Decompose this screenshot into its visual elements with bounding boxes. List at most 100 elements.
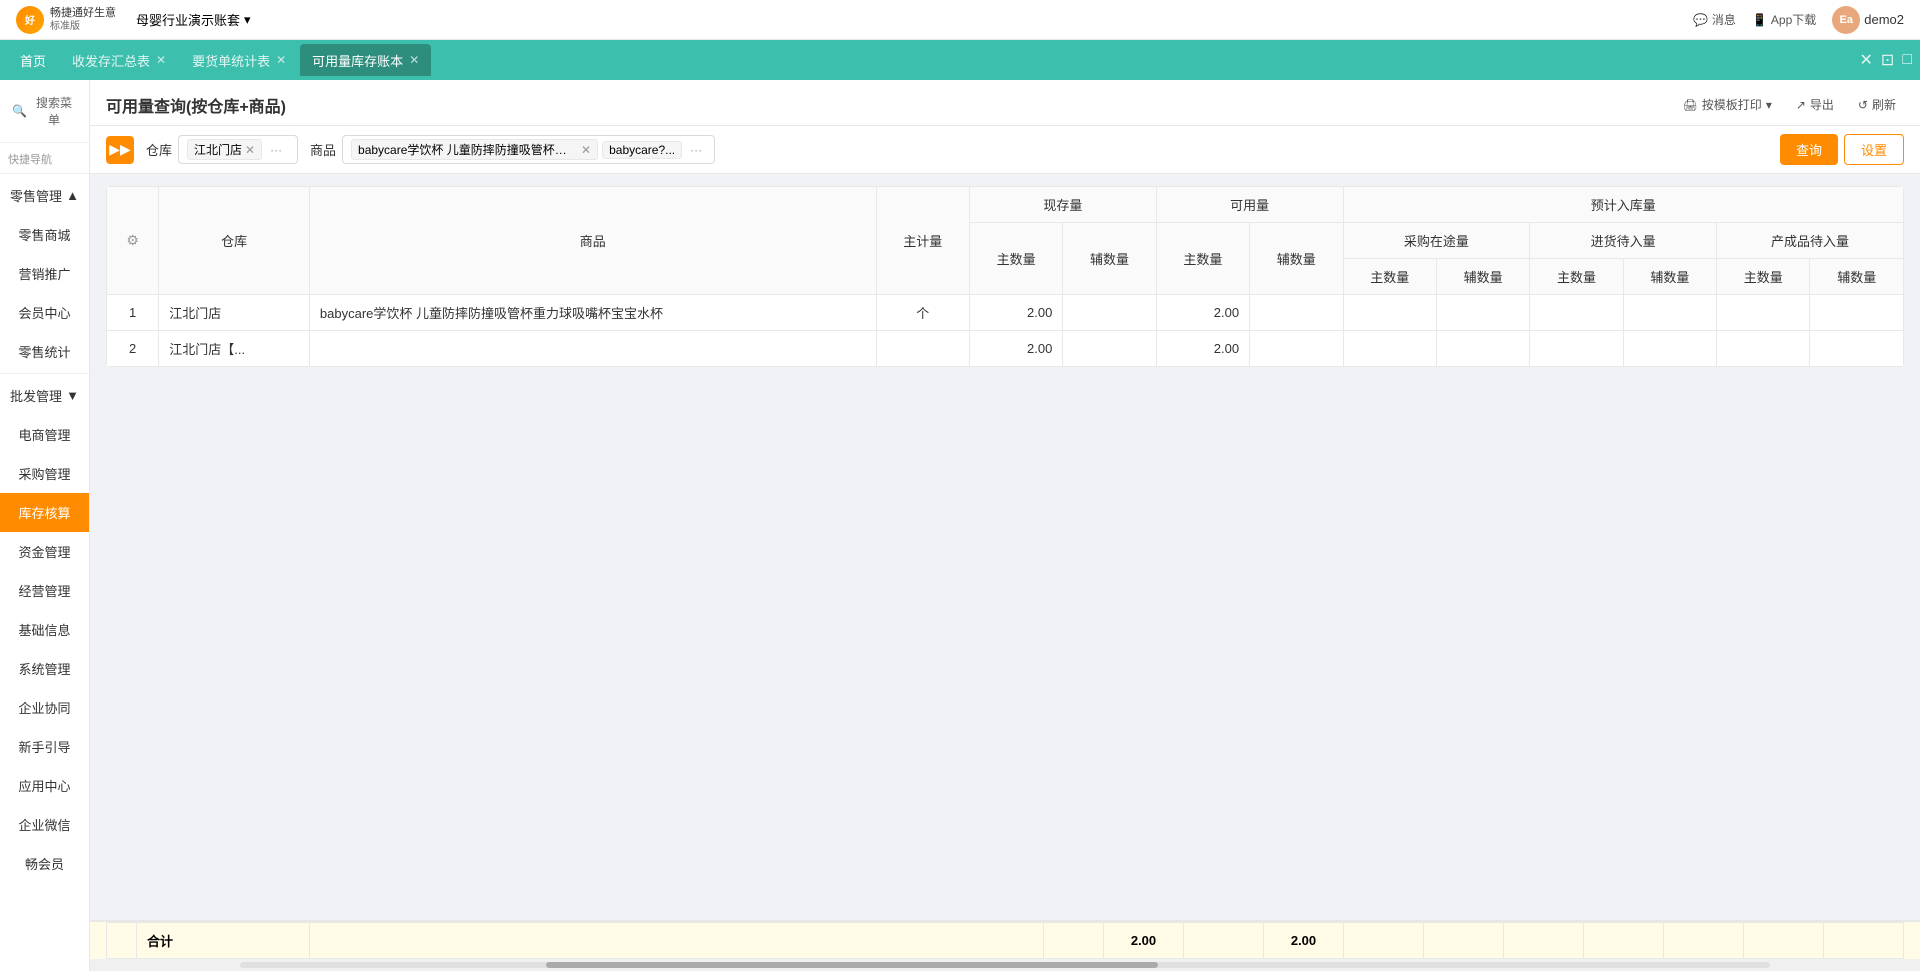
product-tag-1: babycare学饮杯 儿童防摔防撞吸管杯重力球吸嘴杯宝宝水杯 ✕ — [351, 139, 598, 160]
sidebar-item-new-guide[interactable]: 新手引导 — [0, 727, 89, 766]
th-avail-main: 主数量 — [1156, 223, 1249, 295]
page-header: 可用量查询(按仓库+商品) 🖨 按模板打印 ▾ ↗ 导出 ↺ 刷新 — [90, 80, 1920, 126]
cell-product: babycare学饮杯 儿童防摔防撞吸管杯重力球吸嘴杯宝宝水杯 — [309, 295, 876, 331]
footer-avail-aux — [1344, 923, 1424, 959]
export-btn[interactable]: ↗ 导出 — [1788, 92, 1842, 117]
restore-window-icon[interactable]: ⊡ — [1881, 50, 1894, 70]
sidebar-item-operations-mgmt[interactable]: 经营管理 — [0, 571, 89, 610]
cell-avail-main: 2.00 — [1156, 331, 1249, 367]
sidebar-item-vip-member[interactable]: 畅会员 — [0, 844, 89, 883]
maximize-window-icon[interactable]: □ — [1902, 51, 1912, 69]
data-table: ⚙ 仓库 商品 主计量 现存量 可用量 预计入库量 主数量 辅数量 主数量 辅数… — [106, 186, 1904, 367]
filter-bar: ▶▶ 仓库 江北门店 ✕ ··· 商品 babycare学饮杯 儿童防摔防撞吸管… — [90, 126, 1920, 174]
th-incoming-main: 主数量 — [1530, 259, 1623, 295]
cell-avail-aux — [1250, 331, 1343, 367]
more-filter-btn[interactable]: ··· — [266, 141, 286, 159]
warehouse-input[interactable]: 江北门店 ✕ ··· — [178, 135, 298, 164]
sidebar-item-basic-info[interactable]: 基础信息 — [0, 610, 89, 649]
th-incoming-sub: 进货待入量 — [1530, 223, 1717, 259]
cell-purchase-main — [1343, 331, 1436, 367]
tab-receive-summary[interactable]: 收发存汇总表 ✕ — [60, 44, 178, 76]
sidebar-item-app-center[interactable]: 应用中心 — [0, 766, 89, 805]
main-layout: 🔍 搜索菜单 快捷导航 零售管理 ▲ 零售商城 营销推广 会员中心 零售统计 批… — [0, 80, 1920, 971]
cell-avail-main: 2.00 — [1156, 295, 1249, 331]
cell-purchase-main — [1343, 295, 1436, 331]
sidebar-item-inventory-check[interactable]: 库存核算 — [0, 493, 89, 532]
close-tab-receive-summary[interactable]: ✕ — [156, 54, 166, 66]
sidebar-item-retail-mgmt[interactable]: 零售管理 ▲ — [0, 176, 89, 215]
footer-incoming-main — [1584, 923, 1664, 959]
product-tag-2: babycare?... — [602, 141, 682, 159]
sidebar-item-enterprise-wechat[interactable]: 企业微信 — [0, 805, 89, 844]
tab-order-stats[interactable]: 要货单统计表 ✕ — [180, 44, 298, 76]
app-download-btn[interactable]: 📱 App下载 — [1752, 11, 1816, 28]
product-input[interactable]: babycare学饮杯 儿童防摔防撞吸管杯重力球吸嘴杯宝宝水杯 ✕ babyca… — [342, 135, 715, 164]
sidebar-item-marketing[interactable]: 营销推广 — [0, 254, 89, 293]
messages-btn[interactable]: 💬 消息 — [1693, 11, 1736, 28]
table-row: 1江北门店babycare学饮杯 儿童防摔防撞吸管杯重力球吸嘴杯宝宝水杯个2.0… — [107, 295, 1904, 331]
remove-warehouse-tag[interactable]: ✕ — [245, 143, 255, 157]
user-area[interactable]: Ea demo2 — [1832, 6, 1904, 34]
print-icon: 🖨 — [1683, 98, 1698, 112]
refresh-btn[interactable]: ↺ 刷新 — [1850, 92, 1904, 117]
cell-purchase-aux — [1436, 331, 1529, 367]
th-product-aux: 辅数量 — [1810, 259, 1904, 295]
cell-unit: 个 — [876, 295, 969, 331]
message-icon: 💬 — [1693, 13, 1708, 27]
close-tab-available-inventory[interactable]: ✕ — [409, 54, 419, 66]
filter-actions: 查询 设置 — [1780, 134, 1904, 165]
sidebar-item-ecommerce-mgmt[interactable]: 电商管理 — [0, 415, 89, 454]
th-available-group: 可用量 — [1156, 187, 1343, 223]
footer-unit-spacer — [1044, 923, 1104, 959]
sidebar-nav-label[interactable]: 快捷导航 — [0, 143, 89, 171]
remove-product-tag-1[interactable]: ✕ — [581, 143, 591, 157]
footer-purchase-aux — [1504, 923, 1584, 959]
footer-incoming-aux — [1664, 923, 1744, 959]
industry-selector[interactable]: 母婴行业演示账套 ▾ — [136, 10, 251, 29]
sidebar-item-wholesale-mgmt[interactable]: 批发管理 ▼ — [0, 376, 89, 415]
sidebar-item-enterprise-collab[interactable]: 企业协同 — [0, 688, 89, 727]
search-icon: 🔍 — [12, 104, 27, 118]
query-btn[interactable]: 查询 — [1780, 134, 1838, 165]
sidebar-item-purchase-mgmt[interactable]: 采购管理 — [0, 454, 89, 493]
close-window-icon[interactable]: ✕ — [1860, 50, 1873, 70]
refresh-icon: ↺ — [1858, 98, 1868, 112]
print-template-btn[interactable]: 🖨 按模板打印 ▾ — [1675, 92, 1780, 117]
table-row: 2江北门店【...2.002.00 — [107, 331, 1904, 367]
settings-gear-icon: ⚙ — [126, 232, 139, 248]
search-menu-btn[interactable]: 🔍 搜索菜单 — [8, 88, 81, 134]
table-container: ⚙ 仓库 商品 主计量 现存量 可用量 预计入库量 主数量 辅数量 主数量 辅数… — [90, 174, 1920, 920]
sidebar-search-area: 🔍 搜索菜单 — [0, 80, 89, 143]
th-warehouse: 仓库 — [159, 187, 310, 295]
sidebar-item-retail-mall[interactable]: 零售商城 — [0, 215, 89, 254]
tab-home[interactable]: 首页 — [8, 44, 58, 76]
th-product-sub: 产成品待入量 — [1717, 223, 1904, 259]
th-purchase-sub: 采购在途量 — [1343, 223, 1530, 259]
filter-expand-btn[interactable]: ▶▶ — [106, 136, 134, 164]
close-tab-order-stats[interactable]: ✕ — [276, 54, 286, 66]
footer-purchase-main — [1424, 923, 1504, 959]
arrow-icon-2: ▼ — [66, 388, 79, 403]
horizontal-scrollbar[interactable] — [90, 959, 1920, 971]
cell-stock-main: 2.00 — [969, 331, 1062, 367]
sidebar-item-finance-mgmt[interactable]: 资金管理 — [0, 532, 89, 571]
footer-avail-main: 2.00 — [1264, 923, 1344, 959]
cell-warehouse: 江北门店 — [159, 295, 310, 331]
avatar: Ea — [1832, 6, 1860, 34]
footer-stock-aux — [1184, 923, 1264, 959]
scrollbar-thumb[interactable] — [546, 962, 1158, 968]
more-product-filter-btn[interactable]: ··· — [686, 141, 706, 159]
settings-btn[interactable]: 设置 — [1844, 134, 1904, 165]
footer-product-spacer — [309, 923, 1043, 959]
sidebar-item-member-center[interactable]: 会员中心 — [0, 293, 89, 332]
th-purchase-main: 主数量 — [1343, 259, 1436, 295]
th-settings[interactable]: ⚙ — [107, 187, 159, 295]
content-area: 可用量查询(按仓库+商品) 🖨 按模板打印 ▾ ↗ 导出 ↺ 刷新 ▶▶ — [90, 80, 1920, 971]
table-footer: 合计 2.00 2.00 — [90, 920, 1920, 959]
cell-product — [309, 331, 876, 367]
cell-stock-main: 2.00 — [969, 295, 1062, 331]
tab-available-inventory[interactable]: 可用量库存账本 ✕ — [300, 44, 431, 76]
sidebar-divider-1 — [0, 173, 89, 174]
sidebar-item-system-mgmt[interactable]: 系统管理 — [0, 649, 89, 688]
sidebar-item-retail-stats[interactable]: 零售统计 — [0, 332, 89, 371]
